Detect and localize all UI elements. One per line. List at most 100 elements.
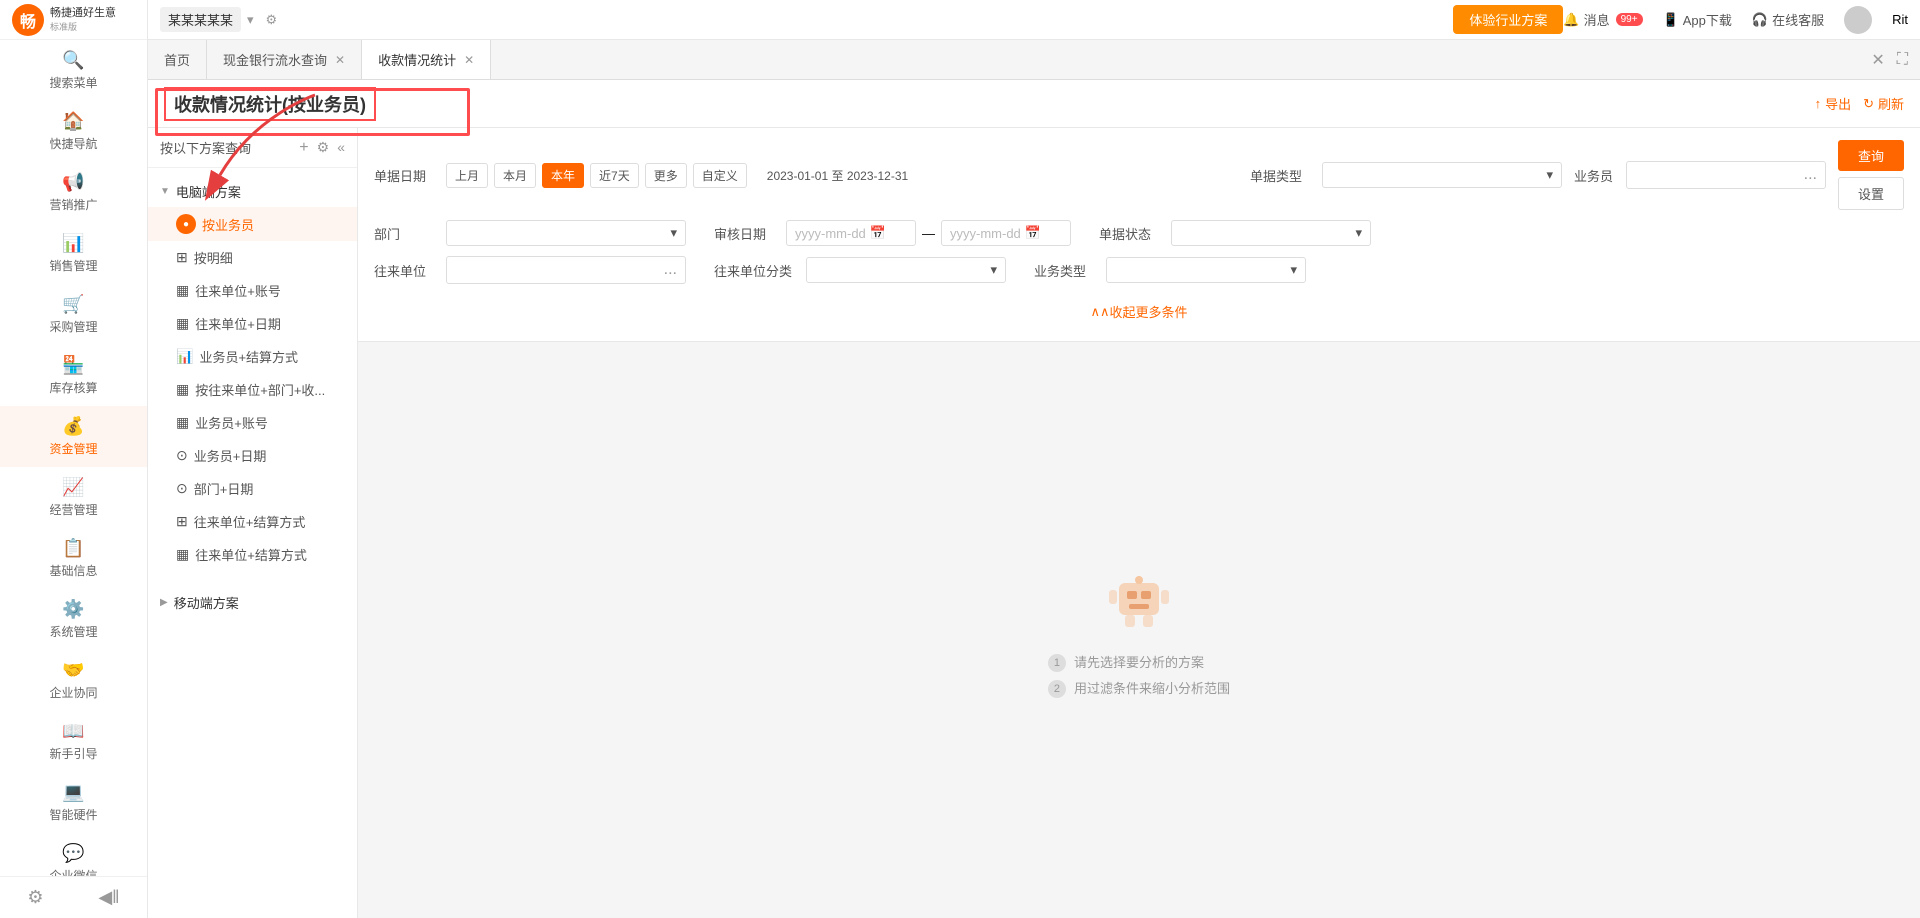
query-btn[interactable]: 查询 — [1838, 140, 1904, 171]
counterpart-category-select[interactable]: ▾ — [806, 257, 1006, 283]
unit-dept-icon: ▦ — [176, 381, 189, 398]
guide-icon: 📖 — [62, 721, 84, 742]
salesperson-select[interactable]: ... — [1626, 161, 1826, 189]
add-scheme-icon[interactable]: + — [299, 139, 308, 157]
left-panel-title: 按以下方案查询 — [160, 138, 251, 157]
scheme-item-sp-account[interactable]: ▦ 业务员+账号 — [148, 406, 357, 439]
scheme-item-unit-settle1[interactable]: ⊞ 往来单位+结算方式 — [148, 505, 357, 538]
company-name[interactable]: 某某某某某 — [160, 7, 241, 32]
collapse-sidebar-icon[interactable]: ◀‖ — [98, 887, 119, 908]
tab-home[interactable]: 首页 — [148, 40, 207, 79]
settings-btn[interactable]: 设置 — [1838, 177, 1904, 210]
sidebar-item-sysadmin[interactable]: ⚙️ 系统管理 — [0, 589, 147, 650]
dept-date-icon: ⊙ — [176, 480, 188, 497]
date-btn-this-year[interactable]: 本年 — [542, 163, 584, 188]
sidebar-item-sysadmin-label: 系统管理 — [49, 623, 97, 640]
scheme-item-unit-account[interactable]: ▦ 往来单位+账号 — [148, 274, 357, 307]
breadcrumb-area: 某某某某某 ▾ ⚙ — [160, 7, 1437, 32]
app-download-item[interactable]: 📱 App下载 — [1663, 10, 1732, 29]
review-date-end[interactable]: yyyy-mm-dd 📅 — [941, 220, 1071, 246]
refresh-icon: ↻ — [1863, 96, 1874, 112]
scheme-section-desktop-title[interactable]: ▼ 电脑端方案 — [148, 176, 357, 207]
tab-bank-flow[interactable]: 现金银行流水查询 ✕ — [207, 40, 362, 79]
doc-status-select[interactable]: ▾ — [1171, 220, 1371, 246]
counterpart-input[interactable]: ... — [446, 256, 686, 284]
date-btn-last-month[interactable]: 上月 — [446, 163, 488, 188]
sidebar-item-wechat[interactable]: 💬 企业微信 — [0, 833, 147, 876]
settings-bottom-icon[interactable]: ⚙ — [27, 887, 43, 908]
doc-status-label: 单据状态 — [1099, 224, 1159, 243]
business-type-select[interactable]: ▾ — [1106, 257, 1306, 283]
doc-type-label: 单据类型 — [1250, 166, 1310, 185]
left-panel-header: 按以下方案查询 + ⚙ « — [148, 128, 357, 168]
sidebar-item-marketing[interactable]: 📢 营销推广 — [0, 162, 147, 223]
tab-close-all-icon[interactable]: ✕ — [1871, 50, 1884, 70]
inventory-icon: 🏪 — [62, 355, 84, 376]
date-btn-custom[interactable]: 自定义 — [693, 163, 747, 188]
sidebar-item-hardware-label: 智能硬件 — [49, 806, 97, 823]
calendar-end-icon: 📅 — [1025, 225, 1041, 241]
scheme-section-mobile: ▶ 移动端方案 — [148, 579, 357, 626]
scheme-item-unit-dept[interactable]: ▦ 按往来单位+部门+收... — [148, 373, 357, 406]
page-title: 收款情况统计(按业务员) — [164, 87, 376, 121]
scheme-item-by-salesperson[interactable]: ● 按业务员 — [148, 207, 357, 241]
sidebar-item-sales[interactable]: 📊 销售管理 — [0, 223, 147, 284]
sidebar-logo: 畅 畅捷通好生意 标准版 — [0, 0, 147, 40]
tab-maximize-icon[interactable]: ⛶ — [1897, 51, 1908, 69]
refresh-btn[interactable]: ↻ 刷新 — [1863, 94, 1904, 113]
counterpart-more-icon[interactable]: ... — [664, 261, 677, 279]
scheme-section-mobile-title[interactable]: ▶ 移动端方案 — [148, 587, 357, 618]
scheme-item-sp-date[interactable]: ⊙ 业务员+日期 — [148, 439, 357, 472]
date-btn-more[interactable]: 更多 — [645, 163, 687, 188]
collapse-filter-btn[interactable]: ∧∧ 收起更多条件 — [374, 294, 1904, 329]
scheme-item-unit-settle2[interactable]: ▦ 往来单位+结算方式 — [148, 538, 357, 571]
scheme-item-dept-date[interactable]: ⊙ 部门+日期 — [148, 472, 357, 505]
scheme-settings-icon[interactable]: ⚙ — [317, 139, 330, 157]
sidebar-item-search[interactable]: 🔍 搜索菜单 — [0, 40, 147, 101]
notification-label: 消息 — [1584, 10, 1610, 29]
scheme-section-desktop: ▼ 电脑端方案 ● 按业务员 ⊞ 按明细 ▦ 往来单位+账号 ▦ — [148, 168, 357, 579]
section-arrow-down: ▼ — [160, 186, 170, 197]
sidebar-item-quicknav[interactable]: 🏠 快捷导航 — [0, 101, 147, 162]
sidebar-item-guide[interactable]: 📖 新手引导 — [0, 711, 147, 772]
scheme-item-unit-date[interactable]: ▦ 往来单位+日期 — [148, 307, 357, 340]
date-btn-this-month[interactable]: 本月 — [494, 163, 536, 188]
sidebar-item-inventory[interactable]: 🏪 库存核算 — [0, 345, 147, 406]
collab-icon: 🤝 — [62, 660, 84, 681]
salesperson-more-icon[interactable]: ... — [1804, 166, 1817, 184]
company-dropdown-icon[interactable]: ▾ — [247, 12, 254, 28]
online-service-item[interactable]: 🎧 在线客服 — [1752, 10, 1824, 29]
sidebar-item-collab[interactable]: 🤝 企业协同 — [0, 650, 147, 711]
sidebar-item-finance[interactable]: 💰 资金管理 — [0, 406, 147, 467]
date-btn-7days[interactable]: 近7天 — [590, 163, 639, 188]
sales-icon: 📊 — [62, 233, 84, 254]
user-avatar[interactable] — [1844, 6, 1872, 34]
scheme-item-salesperson-settlement[interactable]: 📊 业务员+结算方式 — [148, 340, 357, 373]
filter-area: 单据日期 上月 本月 本年 近7天 更多 自定义 2023-01-01 至 20… — [358, 128, 1920, 342]
export-btn[interactable]: ↑ 导出 — [1815, 94, 1852, 113]
date-range-dash: — — [922, 226, 935, 241]
sidebar-item-basicinfo[interactable]: 📋 基础信息 — [0, 528, 147, 589]
finance-icon: 💰 — [62, 416, 84, 437]
scheme-item-detail[interactable]: ⊞ 按明细 — [148, 241, 357, 274]
right-icons: 🔔 消息 99+ 📱 App下载 🎧 在线客服 Rit — [1563, 6, 1908, 34]
doc-type-select[interactable]: ▾ — [1322, 162, 1562, 188]
sidebar-item-hardware[interactable]: 💻 智能硬件 — [0, 772, 147, 833]
review-date-start[interactable]: yyyy-mm-dd 📅 — [786, 220, 916, 246]
tab-bank-flow-close[interactable]: ✕ — [335, 53, 345, 67]
collapse-filter-icon: ∧∧ — [1090, 304, 1109, 320]
business-type-label: 业务类型 — [1034, 261, 1094, 280]
sidebar-item-operations[interactable]: 📈 经营管理 — [0, 467, 147, 528]
notification-item[interactable]: 🔔 消息 99+ — [1563, 10, 1642, 29]
review-date-label: 审核日期 — [714, 224, 774, 243]
tab-collection-stats-close[interactable]: ✕ — [464, 53, 474, 67]
sidebar-item-sales-label: 销售管理 — [49, 257, 97, 274]
sidebar-nav: 🔍 搜索菜单 🏠 快捷导航 📢 营销推广 📊 销售管理 🛒 采购管理 🏪 库存核… — [0, 40, 147, 876]
dept-select[interactable]: ▾ — [446, 220, 686, 246]
sidebar-item-purchase[interactable]: 🛒 采购管理 — [0, 284, 147, 345]
collapse-panel-icon[interactable]: « — [337, 139, 345, 157]
tab-collection-stats[interactable]: 收款情况统计 ✕ — [362, 40, 491, 79]
trial-btn[interactable]: 体验行业方案 — [1453, 5, 1563, 34]
header-settings-icon[interactable]: ⚙ — [266, 12, 278, 28]
purchase-icon: 🛒 — [62, 294, 84, 315]
